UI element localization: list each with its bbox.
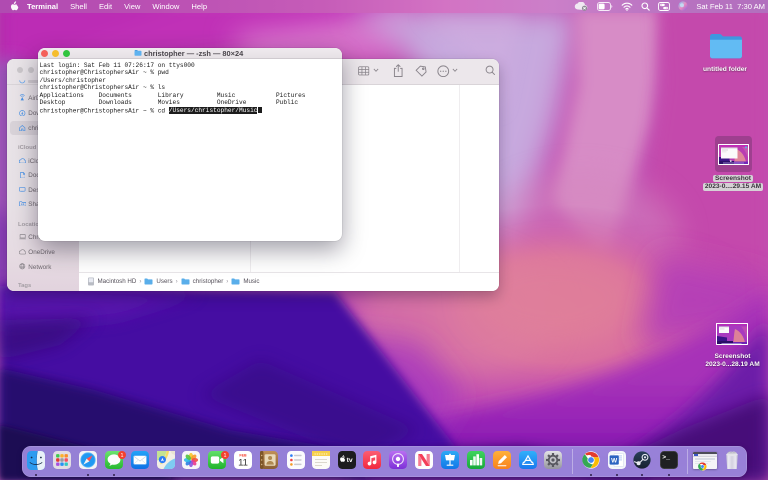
svg-text:tv: tv xyxy=(346,457,352,464)
svg-text:>_: >_ xyxy=(662,454,670,461)
svg-text:1: 1 xyxy=(224,453,227,459)
svg-text:1: 1 xyxy=(120,453,123,459)
svg-text:W: W xyxy=(612,457,619,464)
svg-text:11: 11 xyxy=(238,458,248,469)
